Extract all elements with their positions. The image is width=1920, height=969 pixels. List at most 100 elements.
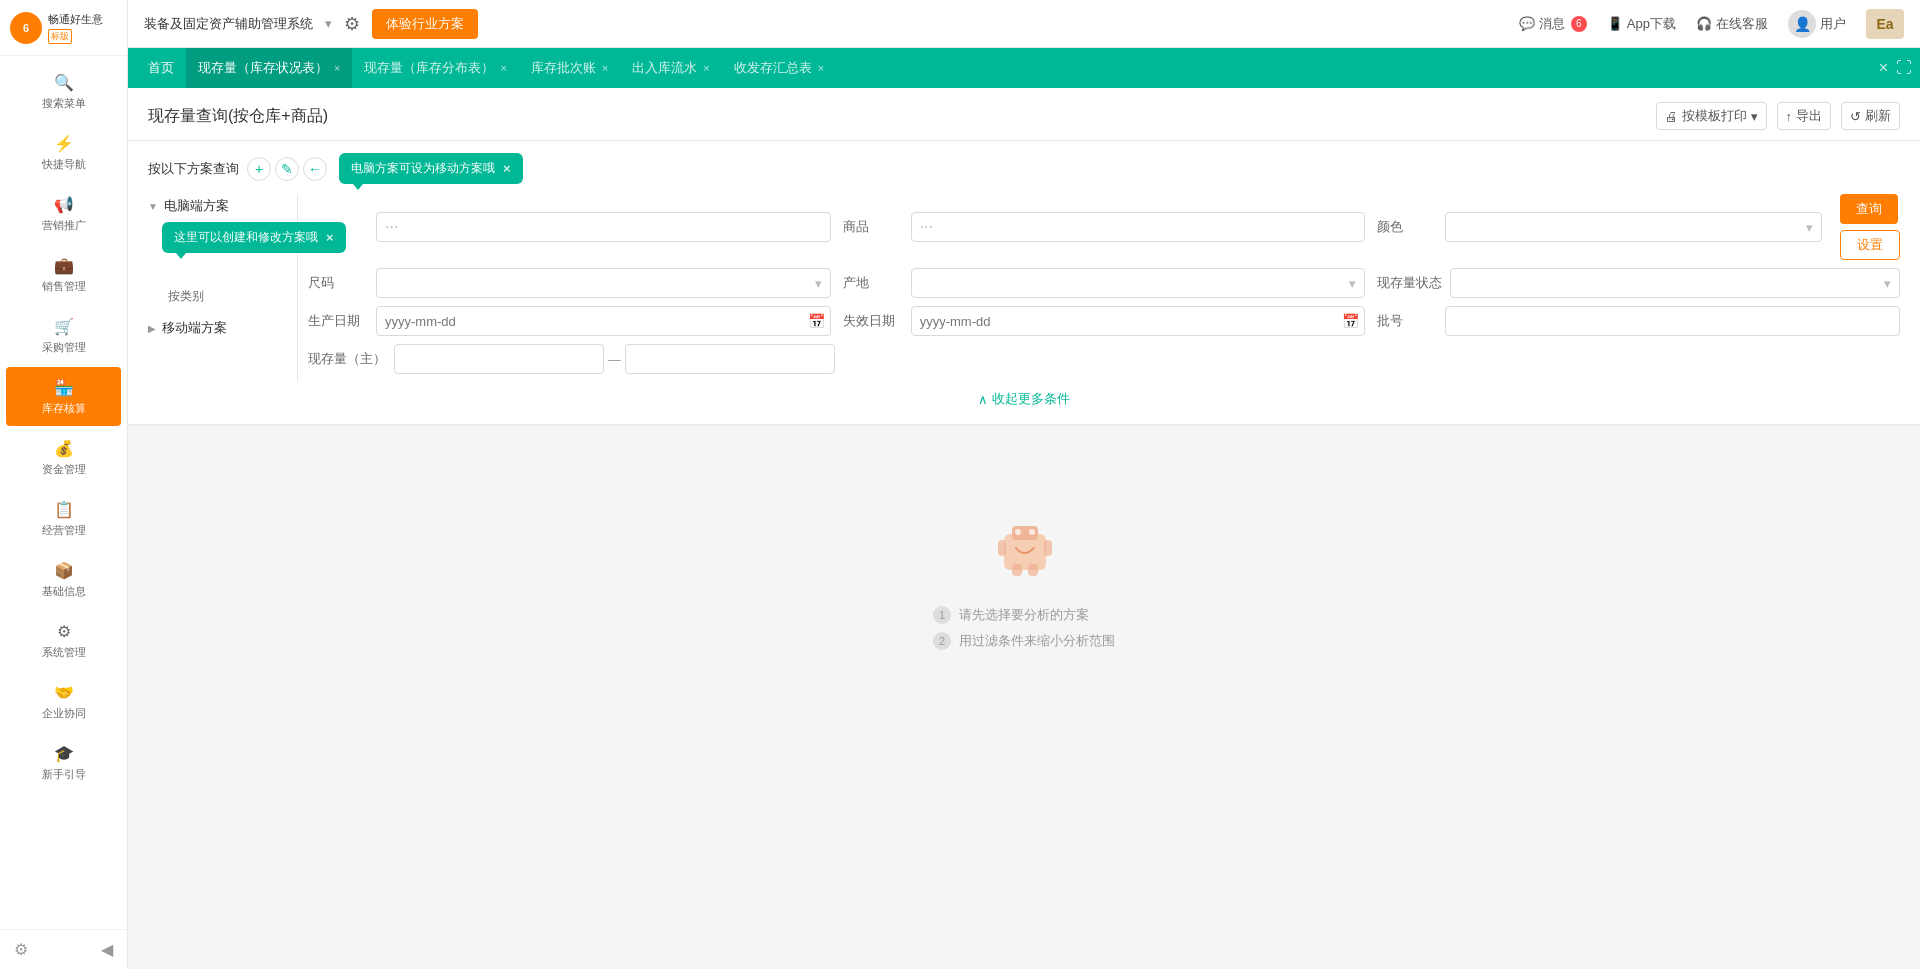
user-label: 用户	[1820, 15, 1846, 33]
system-selector-arrow[interactable]: ▾	[325, 16, 332, 31]
produce-cal-icon: 📅	[808, 313, 825, 329]
inventory-qty-max[interactable]	[625, 344, 835, 374]
tab-receipt-summary-close[interactable]: ×	[818, 62, 824, 74]
scheme-tooltip-close[interactable]: ×	[503, 161, 511, 176]
size-select[interactable]: ▾	[376, 268, 831, 298]
batch-no-input[interactable]	[1445, 306, 1900, 336]
sidebar-item-label: 系统管理	[42, 645, 86, 660]
tabbar-actions: × ⛶	[1879, 59, 1912, 77]
filter-body: ▼ 电脑端方案 这里可以创建和修改方案哦 × 按类别	[148, 194, 1900, 382]
settings-footer-icon[interactable]: ⚙	[14, 940, 28, 959]
search-btn[interactable]: 查询	[1840, 194, 1898, 224]
scheme-sub-label: 按类别	[168, 288, 204, 305]
user-action[interactable]: 👤 用户	[1788, 10, 1846, 38]
sidebar-item-label: 快捷导航	[42, 157, 86, 172]
tab-inventory-dist[interactable]: 现存量（库存分布表） ×	[352, 48, 518, 88]
color-label: 颜色	[1377, 218, 1437, 236]
collapse-sidebar-icon[interactable]: ◀	[101, 940, 113, 959]
online-support-action[interactable]: 🎧 在线客服	[1696, 15, 1768, 33]
tab-inventory-status-close[interactable]: ×	[334, 62, 340, 74]
sidebar-item-label: 搜索菜单	[42, 96, 86, 111]
sidebar-item-system[interactable]: ⚙ 系统管理	[6, 611, 121, 670]
sidebar-item-quick-nav[interactable]: ⚡ 快捷导航	[6, 123, 121, 182]
filter-item-batch-no: 批号	[1377, 306, 1900, 336]
inventory-qty-label: 现存量（主）	[308, 350, 386, 368]
sidebar-item-operations[interactable]: 📋 经营管理	[6, 489, 121, 548]
sidebar-item-guide[interactable]: 🎓 新手引导	[6, 733, 121, 792]
export-btn[interactable]: ↑ 导出	[1777, 102, 1832, 130]
topbar-gear[interactable]: ⚙	[344, 13, 360, 35]
tab-inventory-dist-close[interactable]: ×	[500, 62, 506, 74]
size-chevron-icon: ▾	[815, 276, 822, 291]
tab-inventory-status[interactable]: 现存量（库存状况表） ×	[186, 48, 352, 88]
edit-scheme-btn[interactable]: ✎	[275, 157, 299, 181]
sidebar-item-basic[interactable]: 📦 基础信息	[6, 550, 121, 609]
scheme-sub-category[interactable]: 按类别	[168, 285, 287, 308]
scheme-item-pc[interactable]: ▼ 电脑端方案	[148, 194, 287, 218]
sidebar-item-search[interactable]: 🔍 搜索菜单	[6, 62, 121, 121]
tab-inout-flow[interactable]: 出入库流水 ×	[620, 48, 721, 88]
sales-icon: 💼	[54, 255, 74, 275]
scheme-item-mobile[interactable]: ▶ 移动端方案	[148, 316, 287, 340]
status-select[interactable]: ▾	[1450, 268, 1900, 298]
tab-inout-flow-close[interactable]: ×	[703, 62, 709, 74]
expire-date-input[interactable]	[911, 306, 1366, 336]
trial-industry-btn[interactable]: 体验行业方案	[372, 9, 478, 39]
create-scheme-tooltip-close[interactable]: ×	[326, 230, 334, 245]
empty-step-2: 2 用过滤条件来缩小分析范围	[933, 632, 1115, 650]
tab-inventory-status-label: 现存量（库存状况表）	[198, 59, 328, 77]
tab-home[interactable]: 首页	[136, 48, 186, 88]
filter-item-size: 尺码 ▾	[308, 268, 831, 298]
filter-area: 按以下方案查询 + ✎ ← 电脑方案可设为移动方案哦 ×	[128, 141, 1920, 425]
sidebar-item-inventory[interactable]: 🏪 库存核算	[6, 367, 121, 426]
sidebar-item-label: 销售管理	[42, 279, 86, 294]
notification-action[interactable]: 💬 消息 6	[1519, 15, 1587, 33]
filter-item-produce-date: 生产日期 📅	[308, 306, 831, 336]
refresh-btn[interactable]: ↺ 刷新	[1841, 102, 1900, 130]
range-sep: —	[608, 352, 621, 367]
warehouse-select[interactable]: ···	[376, 212, 831, 242]
sidebar-item-label: 企业协同	[42, 706, 86, 721]
product-select[interactable]: ···	[911, 212, 1366, 242]
sidebar-item-marketing[interactable]: 📢 营销推广	[6, 184, 121, 243]
inventory-qty-min[interactable]	[394, 344, 604, 374]
tab-batch-ledger[interactable]: 库存批次账 ×	[519, 48, 620, 88]
sidebar-item-label: 经营管理	[42, 523, 86, 538]
tab-close-all-icon[interactable]: ×	[1879, 59, 1888, 77]
sidebar-item-enterprise[interactable]: 🤝 企业协同	[6, 672, 121, 731]
expire-cal-icon: 📅	[1342, 313, 1359, 329]
scheme-item-mobile-label: 移动端方案	[162, 319, 227, 337]
logo-icon: 6	[10, 12, 42, 44]
color-select[interactable]: ▾	[1445, 212, 1822, 242]
search-icon: 🔍	[54, 72, 74, 92]
expire-date-input-wrap: 📅	[911, 306, 1366, 336]
origin-select[interactable]: ▾	[911, 268, 1366, 298]
empty-state: 1 请先选择要分析的方案 2 用过滤条件来缩小分析范围	[128, 426, 1920, 730]
svg-rect-6	[998, 540, 1006, 556]
tab-maximize-icon[interactable]: ⛶	[1896, 59, 1912, 77]
product-label: 商品	[843, 218, 903, 236]
filter-row-1: ··· 商品 ··· 颜色	[308, 194, 1900, 260]
topbar-left: 装备及固定资产辅助管理系统 ▾ ⚙ 体验行业方案	[144, 9, 478, 39]
collapse-filter-btn[interactable]: ∧ 收起更多条件	[148, 382, 1900, 416]
arrow-back-btn[interactable]: ←	[303, 157, 327, 181]
sidebar-item-finance[interactable]: 💰 资金管理	[6, 428, 121, 487]
scheme-tooltip-text: 电脑方案可设为移动方案哦	[351, 160, 495, 177]
produce-date-input[interactable]	[376, 306, 831, 336]
empty-step-2-text: 用过滤条件来缩小分析范围	[959, 632, 1115, 650]
collapse-arrow-icon: ∧	[978, 392, 988, 407]
add-scheme-btn[interactable]: +	[247, 157, 271, 181]
sidebar-item-sales[interactable]: 💼 销售管理	[6, 245, 121, 304]
app-download-action[interactable]: 📱 App下载	[1607, 15, 1676, 33]
tab-receipt-summary[interactable]: 收发存汇总表 ×	[722, 48, 836, 88]
sidebar-item-purchase[interactable]: 🛒 采购管理	[6, 306, 121, 365]
collapse-label: 收起更多条件	[992, 390, 1070, 408]
filter-item-status: 现存量状态 ▾	[1377, 268, 1900, 298]
logo-text: 畅通好生意	[48, 12, 103, 27]
tab-batch-ledger-close[interactable]: ×	[602, 62, 608, 74]
reset-btn[interactable]: 设置	[1840, 230, 1900, 260]
topbar-right: 💬 消息 6 📱 App下载 🎧 在线客服 👤 用户 Ea	[1519, 9, 1904, 39]
online-support-label: 在线客服	[1716, 15, 1768, 33]
template-print-btn[interactable]: 🖨 按模板打印 ▾	[1656, 102, 1767, 130]
ea-avatar: Ea	[1866, 9, 1904, 39]
